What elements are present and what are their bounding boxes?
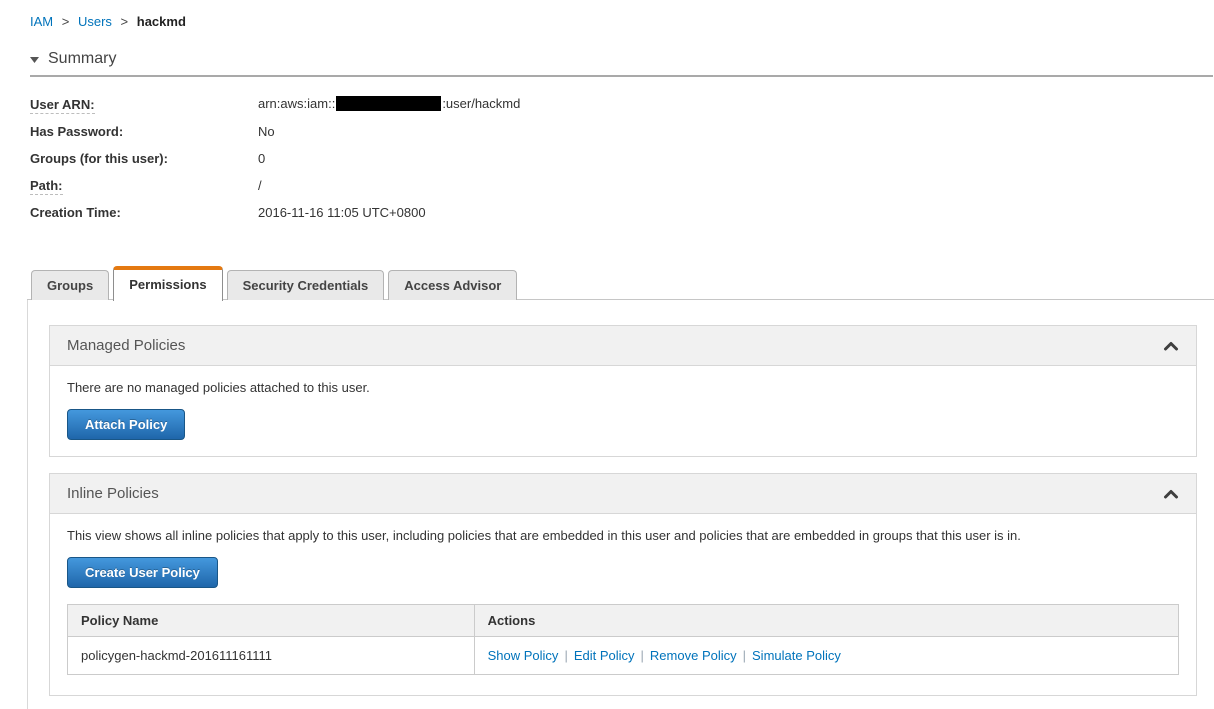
breadcrumb-separator: > xyxy=(120,14,129,29)
summary-row-creation-time: Creation Time: 2016-11-16 11:05 UTC+0800 xyxy=(30,199,1214,226)
breadcrumb: IAM > Users > hackmd xyxy=(0,0,1214,29)
attach-policy-button[interactable]: Attach Policy xyxy=(67,409,186,440)
summary-row-groups: Groups (for this user): 0 xyxy=(30,145,1214,172)
summary-section-toggle[interactable]: Summary xyxy=(30,50,160,68)
table-row: policygen-hackmd-201611161111 Show Polic… xyxy=(67,636,1180,675)
path-value: / xyxy=(258,178,262,193)
managed-policies-empty-text: There are no managed policies attached t… xyxy=(67,380,370,395)
table-header-row: Policy Name Actions xyxy=(67,604,1180,637)
creation-time-label: Creation Time: xyxy=(30,205,121,220)
tab-security-credentials[interactable]: Security Credentials xyxy=(226,270,385,300)
inline-policies-header[interactable]: Inline Policies xyxy=(50,474,1196,514)
has-password-label: Has Password: xyxy=(30,124,124,139)
simulate-policy-link[interactable]: Simulate Policy xyxy=(752,648,841,663)
summary-row-has-password: Has Password: No xyxy=(30,118,1214,145)
user-arn-value: arn:aws:iam:::user/hackmd xyxy=(258,96,520,113)
inline-policies-section: Inline Policies This view shows all inli… xyxy=(49,473,1197,696)
action-separator: | xyxy=(564,648,568,663)
summary-divider xyxy=(30,75,1213,77)
redaction-box xyxy=(336,96,442,112)
tab-strip: Groups Permissions Security Credentials … xyxy=(0,265,1214,301)
inline-policies-description: This view shows all inline policies that… xyxy=(67,528,1021,543)
chevron-up-icon[interactable] xyxy=(1163,341,1179,351)
summary-fields: User ARN: arn:aws:iam:::user/hackmd Has … xyxy=(30,91,1214,226)
action-separator: | xyxy=(742,648,747,663)
managed-policies-title: Managed Policies xyxy=(67,337,186,354)
breadcrumb-link-users[interactable]: Users xyxy=(78,14,112,29)
tab-groups[interactable]: Groups xyxy=(31,270,110,300)
inline-policies-title: Inline Policies xyxy=(67,485,159,502)
managed-policies-section: Managed Policies There are no managed po… xyxy=(49,325,1197,457)
permissions-tab-panel: Managed Policies There are no managed po… xyxy=(27,300,1214,709)
groups-label: Groups (for this user): xyxy=(30,151,168,166)
summary-title: Summary xyxy=(48,50,117,67)
arn-prefix: arn:aws:iam:: xyxy=(258,95,336,111)
inline-policies-table: Policy Name Actions policygen-hackmd-201… xyxy=(67,604,1180,675)
arn-suffix: :user/hackmd xyxy=(442,95,521,111)
breadcrumb-current-user: hackmd xyxy=(136,14,186,29)
tab-access-advisor[interactable]: Access Advisor xyxy=(388,270,518,300)
remove-policy-link[interactable]: Remove Policy xyxy=(650,648,737,663)
breadcrumb-link-iam[interactable]: IAM xyxy=(30,14,53,29)
action-separator: | xyxy=(640,648,644,663)
user-arn-label: User ARN: xyxy=(30,97,95,114)
summary-row-path: Path: / xyxy=(30,172,1214,199)
chevron-up-icon[interactable] xyxy=(1163,489,1179,499)
show-policy-link[interactable]: Show Policy xyxy=(488,648,559,663)
path-label: Path: xyxy=(30,178,63,195)
managed-policies-body: There are no managed policies attached t… xyxy=(50,366,1196,456)
actions-column-header: Actions xyxy=(473,604,1180,637)
breadcrumb-separator: > xyxy=(61,14,70,29)
actions-cell: Show Policy | Edit Policy | Remove Policy | Si… xyxy=(473,636,1180,675)
policy-name-cell: policygen-hackmd-201611161111 xyxy=(67,636,475,675)
creation-time-value: 2016-11-16 11:05 UTC+0800 xyxy=(258,205,426,220)
policy-name-column-header: Policy Name xyxy=(67,604,475,637)
tab-permissions[interactable]: Permissions xyxy=(113,266,223,301)
summary-row-user-arn: User ARN: arn:aws:iam:::user/hackmd xyxy=(30,91,1214,118)
create-user-policy-button[interactable]: Create User Policy xyxy=(67,557,218,588)
edit-policy-link[interactable]: Edit Policy xyxy=(574,648,635,663)
iam-user-page: IAM > Users > hackmd Summary User ARN: a… xyxy=(0,0,1214,709)
inline-policies-body: This view shows all inline policies that… xyxy=(50,514,1196,695)
has-password-value: No xyxy=(258,124,275,139)
managed-policies-header[interactable]: Managed Policies xyxy=(50,326,1196,366)
caret-down-icon xyxy=(30,50,39,68)
groups-value: 0 xyxy=(258,151,266,166)
